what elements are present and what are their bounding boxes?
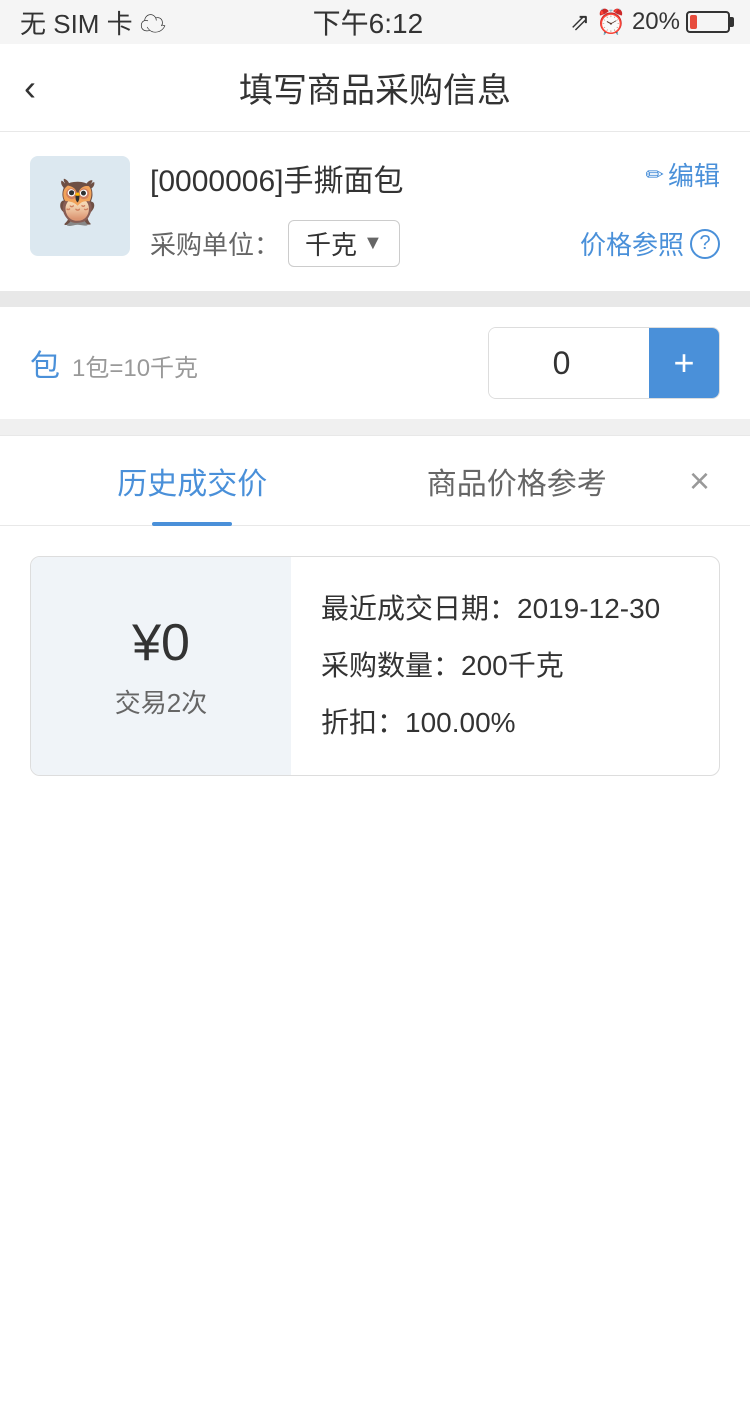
battery-percent: 20%: [632, 8, 680, 36]
tab-history-price[interactable]: 历史成交价: [30, 436, 354, 526]
history-trade-count: 交易2次: [115, 683, 207, 720]
quantity-plus-button[interactable]: +: [649, 328, 719, 398]
tabs-header: 历史成交价 商品价格参考 ×: [0, 436, 750, 526]
quantity-input-group: +: [488, 327, 720, 399]
quantity-unit-label: 包: [30, 341, 60, 385]
history-recent-date: 最近成交日期：2019-12-30: [321, 587, 689, 632]
sim-status: 无 SIM 卡 ☁: [20, 4, 166, 41]
status-left: 无 SIM 卡 ☁: [20, 4, 166, 41]
content-fill: [0, 806, 750, 1406]
history-card: ¥0 交易2次 最近成交日期：2019-12-30 采购数量：200千克 折扣：…: [30, 556, 720, 776]
battery-icon: [686, 11, 730, 33]
product-name: [0000006]手撕面包: [150, 156, 403, 200]
product-thumbnail: 🦉: [30, 156, 130, 256]
tab-product-label: 商品价格参考: [427, 459, 607, 503]
back-button[interactable]: ‹: [24, 67, 36, 109]
history-price-section: ¥0 交易2次: [31, 557, 291, 775]
page-title: 填写商品采购信息: [239, 63, 511, 112]
quantity-row: 包 1包=10千克 +: [0, 307, 750, 419]
unit-label: 采购单位： 千克 ▼: [150, 220, 400, 267]
alarm-icon: ⏰: [596, 8, 626, 37]
tabs-section: 历史成交价 商品价格参考 × ¥0 交易2次 最近成交日期：2019-12-30…: [0, 435, 750, 806]
product-logo-icon: 🦉: [50, 178, 105, 227]
nav-header: ‹ 填写商品采购信息: [0, 44, 750, 132]
quantity-conversion: 1包=10千克: [72, 348, 198, 383]
unit-dropdown[interactable]: 千克 ▼: [288, 220, 400, 267]
history-purchase-qty: 采购数量：200千克: [321, 644, 689, 689]
quantity-input[interactable]: [489, 328, 649, 398]
edit-icon: ✏: [646, 162, 664, 188]
tab-product-price[interactable]: 商品价格参考: [354, 436, 678, 526]
edit-link[interactable]: ✏ 编辑: [646, 156, 720, 193]
product-card: 🦉 [0000006]手撕面包 ✏ 编辑 采购单位： 千克 ▼ 价格参照 ?: [0, 132, 750, 291]
status-right: ⇗ ⏰ 20%: [570, 8, 730, 37]
status-bar: 无 SIM 卡 ☁ 下午6:12 ⇗ ⏰ 20%: [0, 0, 750, 44]
history-price-value: ¥0: [132, 613, 190, 673]
history-details-section: 最近成交日期：2019-12-30 采购数量：200千克 折扣：100.00%: [291, 557, 719, 775]
location-icon: ⇗: [570, 8, 590, 37]
dropdown-arrow-icon: ▼: [363, 232, 383, 255]
tab-underline: [152, 522, 232, 526]
history-content: ¥0 交易2次 最近成交日期：2019-12-30 采购数量：200千克 折扣：…: [0, 526, 750, 806]
quantity-label-group: 包 1包=10千克: [30, 341, 198, 385]
product-info: [0000006]手撕面包 ✏ 编辑 采购单位： 千克 ▼ 价格参照 ?: [150, 156, 720, 267]
tab-history-label: 历史成交价: [117, 459, 267, 503]
help-icon: ?: [690, 229, 720, 259]
history-discount: 折扣：100.00%: [321, 701, 689, 746]
tab-close-button[interactable]: ×: [679, 460, 720, 502]
status-time: 下午6:12: [313, 2, 424, 42]
price-ref-button[interactable]: 价格参照 ?: [580, 225, 720, 262]
section-divider: [0, 291, 750, 307]
